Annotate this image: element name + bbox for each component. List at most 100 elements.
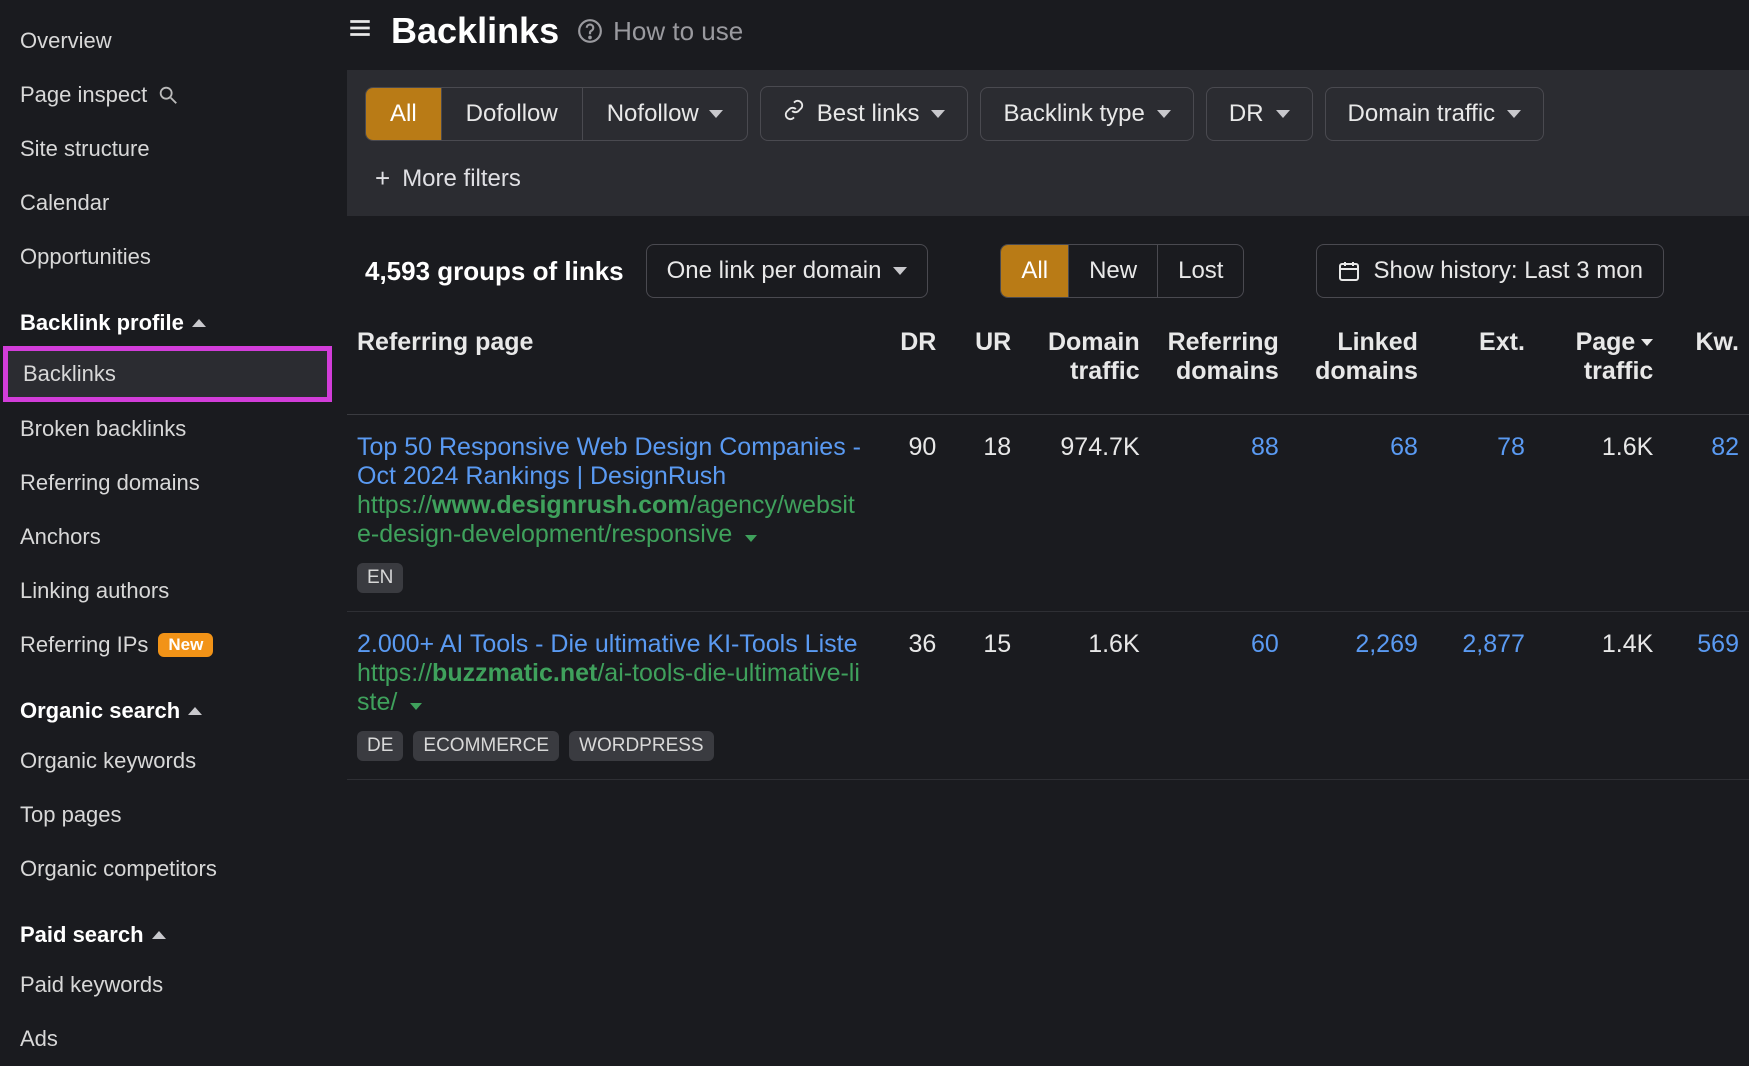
sidebar-item-calendar[interactable]: Calendar xyxy=(0,176,335,230)
referring-page-link[interactable]: 2.000+ AI Tools - Die ultimative KI-Tool… xyxy=(357,630,857,658)
col-referring-page[interactable]: Referring page xyxy=(347,310,871,415)
how-to-use-link[interactable]: How to use xyxy=(577,16,743,47)
sidebar-item-paid-keywords[interactable]: Paid keywords xyxy=(0,958,335,1012)
sidebar-section-backlink-profile[interactable]: Backlink profile xyxy=(0,284,335,346)
th-line: Referring xyxy=(1168,328,1279,356)
filter-label: Backlink type xyxy=(1003,100,1144,128)
chevron-down-icon[interactable] xyxy=(410,703,422,710)
th-line: Page xyxy=(1576,328,1636,357)
sidebar-label: Page inspect xyxy=(20,82,147,108)
sidebar-item-referring-ips[interactable]: Referring IPs New xyxy=(0,618,335,672)
filter-label: DR xyxy=(1229,100,1264,128)
sidebar-item-site-structure[interactable]: Site structure xyxy=(0,122,335,176)
tag-badge: DE xyxy=(357,731,403,761)
dr-filter[interactable]: DR xyxy=(1206,87,1313,141)
th-line: traffic xyxy=(1070,357,1139,385)
sidebar-item-organic-keywords[interactable]: Organic keywords xyxy=(0,734,335,788)
url-host: buzzmatic.net xyxy=(432,659,597,687)
cell-page-traffic: 1.4K xyxy=(1535,612,1663,780)
status-segment: All New Lost xyxy=(1000,244,1244,298)
caret-up-icon xyxy=(152,931,166,939)
url-part: https:// xyxy=(357,659,432,687)
table-row: 2.000+ AI Tools - Die ultimative KI-Tool… xyxy=(347,612,1749,780)
th-line: Domain xyxy=(1048,328,1140,356)
one-link-per-domain-dropdown[interactable]: One link per domain xyxy=(646,244,929,298)
filter-all-button[interactable]: All xyxy=(366,88,441,140)
cell-linked-domains[interactable]: 68 xyxy=(1390,433,1418,461)
link-icon xyxy=(783,99,805,128)
chevron-down-icon xyxy=(1157,110,1171,118)
sidebar-item-backlinks[interactable]: Backlinks xyxy=(3,346,332,402)
col-ext[interactable]: Ext. xyxy=(1428,310,1535,415)
page-header: Backlinks How to use xyxy=(335,0,1749,70)
chevron-down-icon xyxy=(893,267,907,275)
col-linked-domains[interactable]: Linked domains xyxy=(1289,310,1428,415)
cell-kw[interactable]: 569 xyxy=(1697,630,1739,658)
cell-kw[interactable]: 82 xyxy=(1711,433,1739,461)
filter-label: Best links xyxy=(817,100,920,128)
group-count: 4,593 groups of links xyxy=(365,256,624,287)
status-lost-button[interactable]: Lost xyxy=(1157,245,1243,297)
cell-referring-domains[interactable]: 60 xyxy=(1251,630,1279,658)
main-content: Backlinks How to use All Dofollow Nofoll… xyxy=(335,0,1749,1059)
col-dr[interactable]: DR xyxy=(871,310,946,415)
filter-nofollow-button[interactable]: Nofollow xyxy=(582,88,747,140)
backlink-type-filter[interactable]: Backlink type xyxy=(980,87,1193,141)
sidebar-item-page-inspect[interactable]: Page inspect xyxy=(0,68,335,122)
caret-up-icon xyxy=(192,319,206,327)
sidebar-item-overview[interactable]: Overview xyxy=(0,14,335,68)
how-to-use-text: How to use xyxy=(613,16,743,47)
cell-referring-domains[interactable]: 88 xyxy=(1251,433,1279,461)
calendar-icon xyxy=(1337,259,1361,283)
section-title: Backlink profile xyxy=(20,310,184,336)
col-ur[interactable]: UR xyxy=(946,310,1021,415)
follow-segment: All Dofollow Nofollow xyxy=(365,87,748,141)
sidebar-section-paid-search[interactable]: Paid search xyxy=(0,896,335,958)
history-label: Show history: Last 3 mon xyxy=(1373,257,1642,285)
chevron-down-icon xyxy=(1276,110,1290,118)
filter-dofollow-button[interactable]: Dofollow xyxy=(441,88,582,140)
col-kw[interactable]: Kw. xyxy=(1663,310,1749,415)
col-page-traffic[interactable]: Page traffic xyxy=(1535,310,1663,415)
referring-page-url[interactable]: https://www.designrush.com/agency/websit… xyxy=(357,491,855,548)
sidebar-item-referring-domains[interactable]: Referring domains xyxy=(0,456,335,510)
url-part: https:// xyxy=(357,491,432,519)
section-title: Organic search xyxy=(20,698,180,724)
best-links-filter[interactable]: Best links xyxy=(760,86,969,141)
status-all-button[interactable]: All xyxy=(1001,245,1068,297)
cell-ext[interactable]: 2,877 xyxy=(1462,630,1525,658)
sidebar-item-organic-competitors[interactable]: Organic competitors xyxy=(0,842,335,896)
cell-dr: 36 xyxy=(871,612,946,780)
more-filters-label: More filters xyxy=(402,165,521,193)
status-new-button[interactable]: New xyxy=(1068,245,1157,297)
sidebar-label: Referring IPs xyxy=(20,632,148,658)
sidebar-item-opportunities[interactable]: Opportunities xyxy=(0,230,335,284)
filter-bar: All Dofollow Nofollow Best links Backlin… xyxy=(347,70,1749,216)
col-domain-traffic[interactable]: Domain traffic xyxy=(1021,310,1149,415)
sidebar-item-linking-authors[interactable]: Linking authors xyxy=(0,564,335,618)
hamburger-icon[interactable] xyxy=(347,15,373,47)
cell-linked-domains[interactable]: 2,269 xyxy=(1355,630,1418,658)
sidebar-item-broken-backlinks[interactable]: Broken backlinks xyxy=(0,402,335,456)
url-host: www.designrush.com xyxy=(432,491,689,519)
section-title: Paid search xyxy=(20,922,144,948)
show-history-dropdown[interactable]: Show history: Last 3 mon xyxy=(1316,244,1663,298)
caret-up-icon xyxy=(188,707,202,715)
filter-label: Domain traffic xyxy=(1348,100,1496,128)
sidebar-item-anchors[interactable]: Anchors xyxy=(0,510,335,564)
search-icon xyxy=(157,84,179,106)
sidebar-section-organic-search[interactable]: Organic search xyxy=(0,672,335,734)
domain-traffic-filter[interactable]: Domain traffic xyxy=(1325,87,1545,141)
col-referring-domains[interactable]: Referring domains xyxy=(1150,310,1289,415)
sidebar-item-top-pages[interactable]: Top pages xyxy=(0,788,335,842)
th-line: domains xyxy=(1315,357,1418,385)
cell-ext[interactable]: 78 xyxy=(1497,433,1525,461)
referring-page-url[interactable]: https://buzzmatic.net/ai-tools-die-ultim… xyxy=(357,659,860,716)
table-row: Top 50 Responsive Web Design Companies -… xyxy=(347,415,1749,612)
chevron-down-icon[interactable] xyxy=(745,535,757,542)
referring-page-link[interactable]: Top 50 Responsive Web Design Companies -… xyxy=(357,433,861,490)
cell-dr: 90 xyxy=(871,415,946,612)
th-line: traffic xyxy=(1584,357,1653,385)
sidebar-item-ads[interactable]: Ads xyxy=(0,1012,335,1066)
more-filters-button[interactable]: + More filters xyxy=(375,163,1731,194)
